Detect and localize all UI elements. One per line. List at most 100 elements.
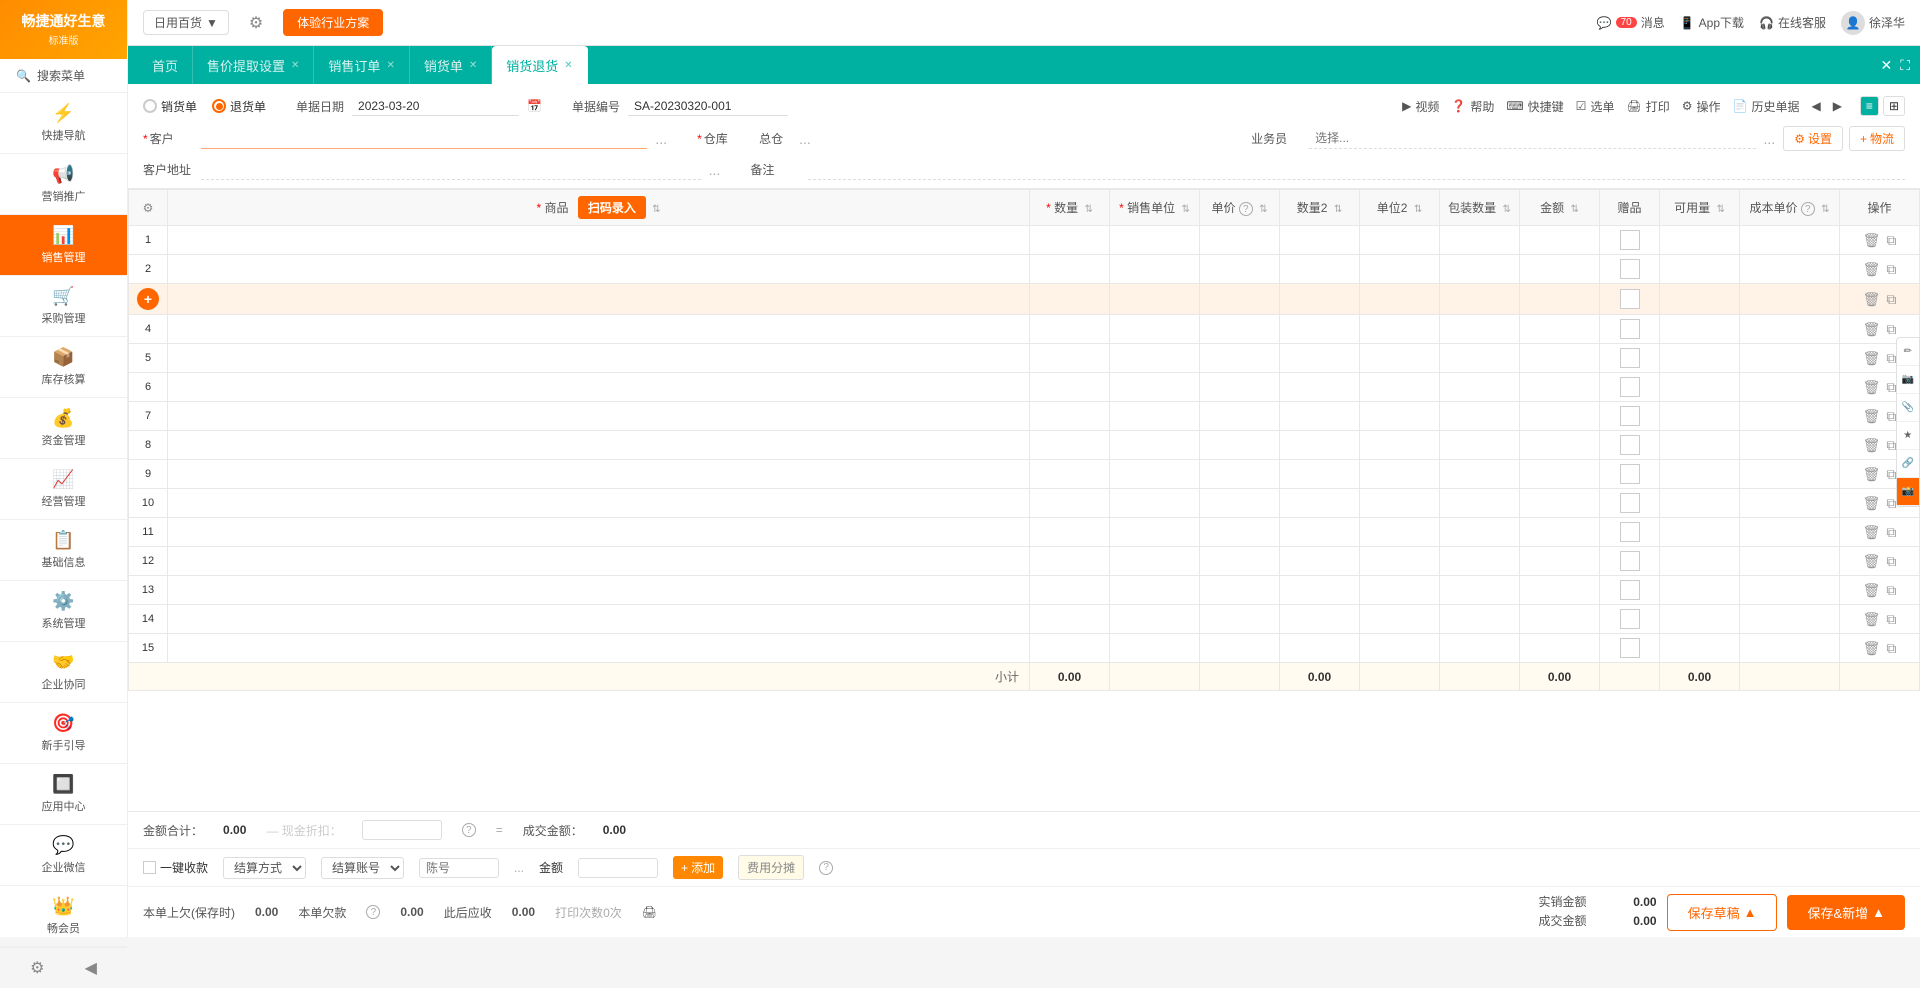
row-3-qty2[interactable] xyxy=(1280,284,1360,315)
select-btn[interactable]: ☑ 选单 xyxy=(1576,98,1615,115)
price-sort-icon[interactable]: ⇅ xyxy=(1259,204,1267,215)
save-draft-btn[interactable]: 保存草稿 ▲ xyxy=(1667,894,1778,931)
row-6-qty2[interactable] xyxy=(1280,373,1360,402)
list-view-icon[interactable]: ≡ xyxy=(1860,96,1879,116)
sidebar-item-purchase[interactable]: 🛒 采购管理 xyxy=(0,276,127,337)
row-11-qty[interactable] xyxy=(1030,518,1110,547)
row-4-unit[interactable] xyxy=(1110,315,1200,344)
row-8-amount[interactable] xyxy=(1520,431,1600,460)
table-settings-icon[interactable]: ⚙ xyxy=(143,201,154,215)
fee-help-icon[interactable]: ? xyxy=(819,861,833,875)
right-btn-link[interactable]: 🔗 xyxy=(1897,450,1919,478)
tab-sale-out-close[interactable]: ✕ xyxy=(469,60,477,71)
customer-more-icon[interactable]: ... xyxy=(655,131,667,147)
row-10-costprice[interactable] xyxy=(1740,489,1840,518)
row-11-delete-btn[interactable]: 🗑 xyxy=(1863,524,1881,541)
row-7-product[interactable] xyxy=(168,402,1030,431)
row-2-delete-btn[interactable]: 🗑 xyxy=(1863,261,1881,278)
shortcuts-btn[interactable]: ⌨ 快捷键 xyxy=(1506,98,1563,115)
row-14-amount[interactable] xyxy=(1520,605,1600,634)
row-6-packqty[interactable] xyxy=(1440,373,1520,402)
account-number-input[interactable] xyxy=(419,858,499,878)
row-9-unit[interactable] xyxy=(1110,460,1200,489)
row-15-unit2[interactable] xyxy=(1360,634,1440,663)
row-2-unit2[interactable] xyxy=(1360,255,1440,284)
row-12-unit2[interactable] xyxy=(1360,547,1440,576)
row-10-product[interactable] xyxy=(168,489,1030,518)
packqty-sort-icon[interactable]: ⇅ xyxy=(1502,204,1510,215)
row-6-delete-btn[interactable]: 🗑 xyxy=(1863,379,1881,396)
sidebar-search[interactable]: 🔍 搜索菜单 xyxy=(0,59,127,93)
row-1-amount[interactable] xyxy=(1520,226,1600,255)
row-8-qty2[interactable] xyxy=(1280,431,1360,460)
row-15-product[interactable] xyxy=(168,634,1030,663)
row-11-copy-btn[interactable]: ⧉ xyxy=(1886,524,1896,541)
row-8-qty[interactable] xyxy=(1030,431,1110,460)
row-3-gift-check[interactable] xyxy=(1620,289,1640,309)
row-5-packqty[interactable] xyxy=(1440,344,1520,373)
row-8-gift[interactable] xyxy=(1600,431,1660,460)
row-3-costprice[interactable] xyxy=(1740,284,1840,315)
row-10-gift-check[interactable] xyxy=(1620,493,1640,513)
row-8-packqty[interactable] xyxy=(1440,431,1520,460)
page-selector[interactable]: 日用百货 ▼ xyxy=(143,10,229,35)
row-5-delete-btn[interactable]: 🗑 xyxy=(1863,350,1881,367)
next-record-btn[interactable]: ▶ xyxy=(1833,99,1842,113)
warehouse-more-icon[interactable]: ... xyxy=(799,131,811,147)
row-10-unit2[interactable] xyxy=(1360,489,1440,518)
row-4-product[interactable] xyxy=(168,315,1030,344)
row-5-product[interactable] xyxy=(168,344,1030,373)
row-2-qty2[interactable] xyxy=(1280,255,1360,284)
sidebar-item-enterprise[interactable]: 🤝 企业协同 xyxy=(0,642,127,703)
right-btn-attach[interactable]: 📎 xyxy=(1897,394,1919,422)
row-9-amount[interactable] xyxy=(1520,460,1600,489)
row-14-delete-btn[interactable]: 🗑 xyxy=(1863,611,1881,628)
row-15-qty[interactable] xyxy=(1030,634,1110,663)
row-13-unit2[interactable] xyxy=(1360,576,1440,605)
row-2-copy-btn[interactable]: ⧉ xyxy=(1886,261,1896,278)
row-13-unit[interactable] xyxy=(1110,576,1200,605)
collapse-icon[interactable]: ◀ xyxy=(85,958,97,978)
one-key-collect-checkbox[interactable]: 一键收款 xyxy=(143,859,208,876)
row-1-unit[interactable] xyxy=(1110,226,1200,255)
row-7-unit[interactable] xyxy=(1110,402,1200,431)
row-4-qty[interactable] xyxy=(1030,315,1110,344)
tab-sale-order[interactable]: 销售订单 ✕ xyxy=(314,46,409,84)
sidebar-item-sales[interactable]: 📊 销售管理 xyxy=(0,215,127,276)
one-key-collect-check[interactable] xyxy=(143,861,156,874)
row-15-packqty[interactable] xyxy=(1440,634,1520,663)
unit2-sort-icon[interactable]: ⇅ xyxy=(1414,204,1422,215)
row-15-copy-btn[interactable]: ⧉ xyxy=(1886,640,1896,657)
row-1-packqty[interactable] xyxy=(1440,226,1520,255)
row-3-copy-btn[interactable]: ⧉ xyxy=(1886,291,1896,308)
right-btn-photo[interactable]: 📷 xyxy=(1897,366,1919,394)
row-8-unit2[interactable] xyxy=(1360,431,1440,460)
tab-sale-out[interactable]: 销货单 ✕ xyxy=(410,46,492,84)
row-9-costprice[interactable] xyxy=(1740,460,1840,489)
row-11-price[interactable] xyxy=(1200,518,1280,547)
row-13-product[interactable] xyxy=(168,576,1030,605)
tab-sale-setting[interactable]: 售价提取设置 ✕ xyxy=(193,46,314,84)
row-6-unit[interactable] xyxy=(1110,373,1200,402)
row-1-gift-check[interactable] xyxy=(1620,230,1640,250)
row-7-gift[interactable] xyxy=(1600,402,1660,431)
row-2-available[interactable] xyxy=(1660,255,1740,284)
row-5-gift[interactable] xyxy=(1600,344,1660,373)
row-13-amount[interactable] xyxy=(1520,576,1600,605)
row-10-packqty[interactable] xyxy=(1440,489,1520,518)
online-service-btn[interactable]: 🎧 在线客服 xyxy=(1759,14,1826,31)
qty-sort-icon[interactable]: ⇅ xyxy=(1084,204,1092,215)
row-8-available[interactable] xyxy=(1660,431,1740,460)
video-btn[interactable]: ▶ 视频 xyxy=(1402,98,1439,115)
row-12-gift[interactable] xyxy=(1600,547,1660,576)
scan-btn[interactable]: 扫码录入 xyxy=(578,196,646,219)
row-1-available[interactable] xyxy=(1660,226,1740,255)
settings-icon[interactable]: ⚙ xyxy=(249,13,263,33)
print-btn[interactable]: 🖨 打印 xyxy=(1626,98,1669,115)
address-more-icon[interactable]: ... xyxy=(709,162,721,178)
row-12-price[interactable] xyxy=(1200,547,1280,576)
row-2-amount[interactable] xyxy=(1520,255,1600,284)
row-2-packqty[interactable] xyxy=(1440,255,1520,284)
sidebar-item-appcenter[interactable]: 🔲 应用中心 xyxy=(0,764,127,825)
sidebar-item-wechat[interactable]: 💬 企业微信 xyxy=(0,825,127,886)
